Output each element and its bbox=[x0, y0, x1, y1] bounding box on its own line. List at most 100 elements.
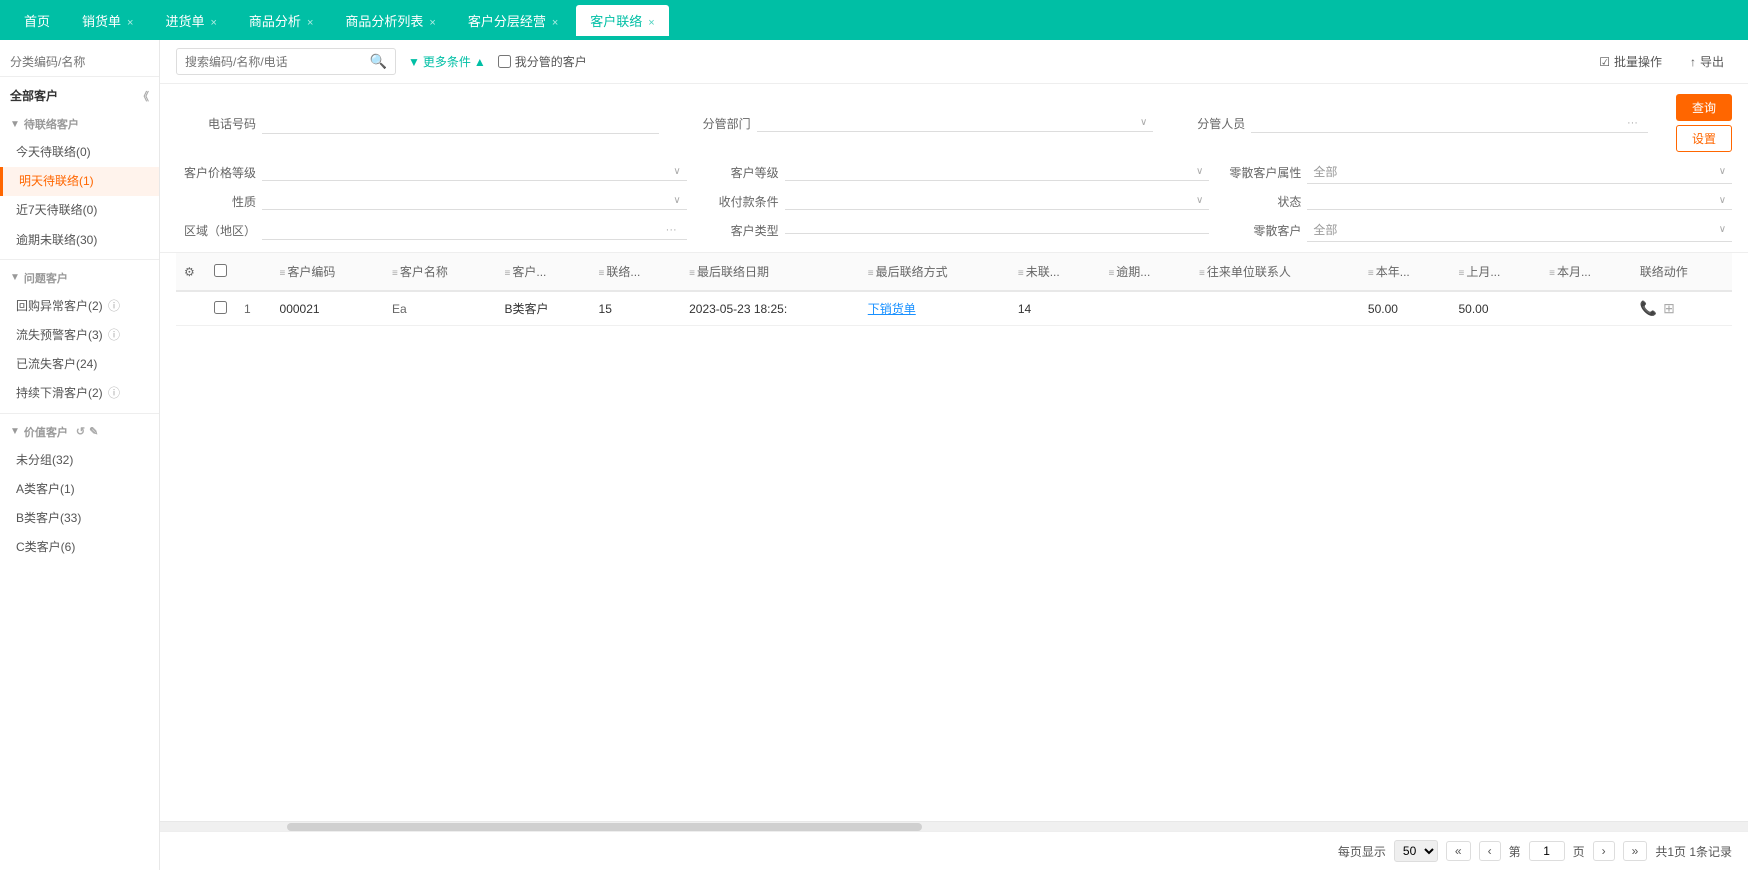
th-related-person[interactable]: ≡往来单位联系人 bbox=[1191, 253, 1360, 291]
nav-product-analysis-list[interactable]: 商品分析列表× bbox=[331, 5, 449, 36]
td-action: 📞 ⊞ bbox=[1632, 291, 1732, 326]
phone-input[interactable] bbox=[262, 113, 659, 134]
th-overdue[interactable]: ≡逾期... bbox=[1100, 253, 1191, 291]
td-name[interactable]: Ea bbox=[384, 291, 497, 326]
customer-level-label: 客户等级 bbox=[699, 164, 779, 181]
td-last-contact-method[interactable]: 下销货单 bbox=[860, 291, 1010, 326]
region-select[interactable]: ··· bbox=[262, 221, 687, 240]
td-contact: 15 bbox=[591, 291, 682, 326]
th-contact[interactable]: ≡联络... bbox=[591, 253, 682, 291]
dept-label: 分管部门 bbox=[671, 115, 751, 132]
nav-close-product-analysis[interactable]: × bbox=[307, 17, 313, 29]
lost-warning-item[interactable]: 流失预警客户(3) ⓘ bbox=[0, 321, 159, 350]
edit-icon[interactable]: ✎ bbox=[89, 425, 98, 438]
tomorrow-contact-item[interactable]: 明天待联络(1) bbox=[0, 167, 159, 196]
th-code[interactable]: ≡客户编码 bbox=[272, 253, 385, 291]
th-this-year[interactable]: ≡本年... bbox=[1360, 253, 1451, 291]
nav-customer-contact[interactable]: 客户联络× bbox=[576, 5, 668, 36]
per-page-select[interactable]: 50 bbox=[1394, 840, 1438, 862]
overdue-contact-item[interactable]: 逾期未联络(30) bbox=[0, 226, 159, 255]
th-setting[interactable]: ⚙ bbox=[176, 253, 206, 291]
info-icon3: ⓘ bbox=[108, 386, 120, 400]
search-bar: 🔍 ▼ 更多条件 ▲ 我分管的客户 ☑ 批量操作 ↑ 导出 bbox=[160, 40, 1748, 84]
ellipsis-icon[interactable]: ··· bbox=[1623, 117, 1642, 129]
search-input[interactable] bbox=[185, 55, 370, 69]
pagination-bar: 每页显示 50 « ‹ 第 页 › » 共1页 1条记录 bbox=[160, 831, 1748, 870]
week-contact-item[interactable]: 近7天待联络(0) bbox=[0, 196, 159, 225]
nav-close-tiering[interactable]: × bbox=[552, 17, 558, 29]
export-btn[interactable]: ↑ 导出 bbox=[1682, 49, 1732, 74]
all-customers-header[interactable]: 全部客户 《 bbox=[0, 81, 159, 110]
status-select[interactable]: ∨ bbox=[1307, 192, 1732, 210]
ungrouped-item[interactable]: 未分组(32) bbox=[0, 446, 159, 475]
gender-filter: 性质 ∨ bbox=[176, 192, 687, 210]
nav-close-purchase[interactable]: × bbox=[210, 17, 216, 29]
my-customers-wrap[interactable]: 我分管的客户 bbox=[498, 53, 587, 70]
nav-sales-order[interactable]: 销货单× bbox=[68, 5, 147, 36]
sidebar-search-wrap[interactable]: 🔍 bbox=[0, 48, 159, 77]
nav-close-product-list[interactable]: × bbox=[429, 17, 435, 29]
problem-customers-group[interactable]: ▼ 问题客户 bbox=[0, 264, 159, 292]
more-filters-btn[interactable]: ▼ 更多条件 ▲ bbox=[408, 53, 486, 70]
ellipsis-icon2[interactable]: ··· bbox=[662, 224, 681, 236]
page-number-input[interactable] bbox=[1529, 841, 1565, 861]
action-icons: 📞 ⊞ bbox=[1640, 300, 1724, 317]
row-checkbox[interactable] bbox=[214, 301, 227, 314]
retail-customer-select[interactable]: 全部 ∨ bbox=[1307, 218, 1732, 242]
td-this-year: 50.00 bbox=[1360, 291, 1451, 326]
batch-operation-btn[interactable]: ☑ 批量操作 bbox=[1591, 49, 1670, 74]
nav-close-contact[interactable]: × bbox=[648, 17, 654, 29]
retail-attr-label: 零散客户属性 bbox=[1221, 164, 1301, 181]
prev-page-btn[interactable]: ‹ bbox=[1479, 841, 1501, 861]
class-c-item[interactable]: C类客户(6) bbox=[0, 533, 159, 562]
my-customers-checkbox[interactable] bbox=[498, 55, 511, 68]
search-submit-icon[interactable]: 🔍 bbox=[370, 53, 387, 70]
more-action-icon[interactable]: ⊞ bbox=[1663, 300, 1675, 317]
nav-purchase-order[interactable]: 进货单× bbox=[151, 5, 230, 36]
query-btn[interactable]: 查询 bbox=[1676, 94, 1732, 121]
price-level-select[interactable]: ∨ bbox=[262, 163, 687, 181]
th-this-month[interactable]: ≡本月... bbox=[1541, 253, 1632, 291]
today-contact-item[interactable]: 今天待联络(0) bbox=[0, 138, 159, 167]
last-page-btn[interactable]: » bbox=[1623, 841, 1648, 861]
th-no-contact[interactable]: ≡未联... bbox=[1010, 253, 1101, 291]
first-page-btn[interactable]: « bbox=[1446, 841, 1471, 861]
search-input-wrap[interactable]: 🔍 bbox=[176, 48, 396, 75]
scrollbar-thumb[interactable] bbox=[287, 823, 922, 831]
class-b-item[interactable]: B类客户(33) bbox=[0, 504, 159, 533]
nav-customer-tiering[interactable]: 客户分层经营× bbox=[454, 5, 572, 36]
pending-contact-group[interactable]: ▼ 待联络客户 bbox=[0, 110, 159, 138]
person-filter: 分管人员 ··· bbox=[1165, 114, 1648, 133]
phone-action-icon[interactable]: 📞 bbox=[1640, 300, 1657, 317]
nav-close-sales[interactable]: × bbox=[127, 17, 133, 29]
continuous-down-item[interactable]: 持续下滑客户(2) ⓘ bbox=[0, 379, 159, 408]
refresh-icon[interactable]: ↺ bbox=[76, 425, 85, 438]
arrow-down-icon: ▼ bbox=[10, 119, 20, 130]
person-select[interactable]: ··· bbox=[1251, 114, 1648, 133]
customer-level-select[interactable]: ∨ bbox=[785, 163, 1210, 181]
class-a-item[interactable]: A类客户(1) bbox=[0, 475, 159, 504]
payment-select[interactable]: ∨ bbox=[785, 192, 1210, 210]
th-last-month[interactable]: ≡上月... bbox=[1451, 253, 1542, 291]
horizontal-scrollbar[interactable] bbox=[160, 821, 1748, 831]
th-last-contact-method[interactable]: ≡最后联络方式 bbox=[860, 253, 1010, 291]
nav-product-analysis[interactable]: 商品分析× bbox=[235, 5, 327, 36]
th-last-contact-date[interactable]: ≡最后联络日期 bbox=[681, 253, 860, 291]
th-type[interactable]: ≡客户... bbox=[497, 253, 591, 291]
select-all-checkbox[interactable] bbox=[214, 264, 227, 277]
contact-method-link[interactable]: 下销货单 bbox=[868, 302, 916, 316]
retail-attr-select[interactable]: 全部 ∨ bbox=[1307, 160, 1732, 184]
dept-select[interactable]: ∨ bbox=[757, 114, 1154, 132]
already-lost-item[interactable]: 已流失客户(24) bbox=[0, 350, 159, 379]
repurchase-abnormal-item[interactable]: 回购异常客户(2) ⓘ bbox=[0, 292, 159, 321]
value-customers-group[interactable]: ▼ 价值客户 ↺ ✎ bbox=[0, 418, 159, 446]
nav-home[interactable]: 首页 bbox=[10, 5, 64, 36]
th-name[interactable]: ≡客户名称 bbox=[384, 253, 497, 291]
setting-btn[interactable]: 设置 bbox=[1676, 125, 1732, 152]
customer-type-select[interactable] bbox=[785, 227, 1210, 234]
gender-select[interactable]: ∨ bbox=[262, 192, 687, 210]
customer-type-label: 客户类型 bbox=[699, 222, 779, 239]
sidebar-search-input[interactable] bbox=[10, 55, 160, 69]
next-page-btn[interactable]: › bbox=[1593, 841, 1615, 861]
per-page-label: 每页显示 bbox=[1338, 843, 1386, 860]
